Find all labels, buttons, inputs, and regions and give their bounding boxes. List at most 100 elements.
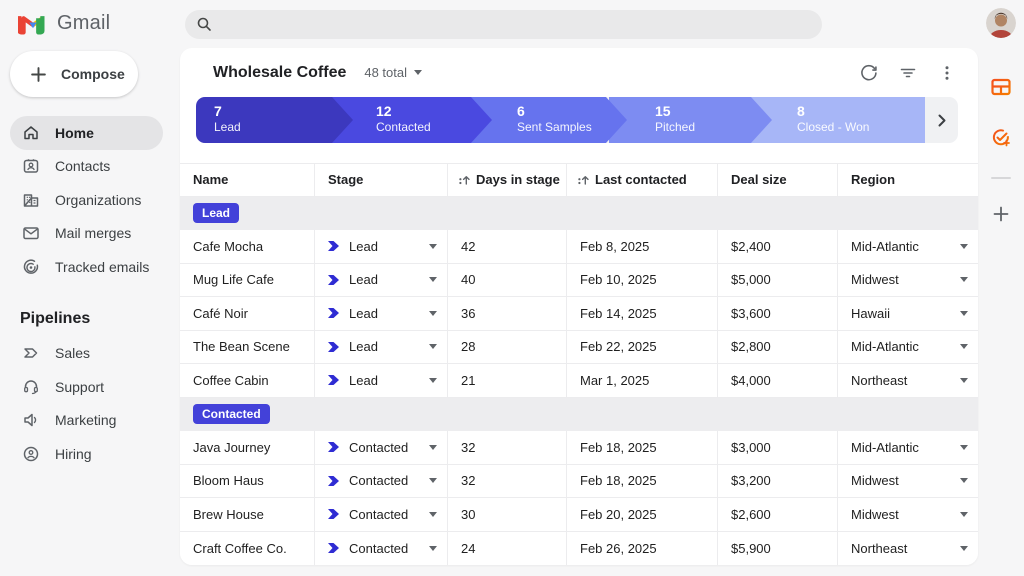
region-select[interactable]: Mid-Atlantic [838, 331, 978, 364]
region-value: Hawaii [851, 306, 890, 321]
cell-name[interactable]: The Bean Scene [180, 331, 315, 364]
table-row[interactable]: Java JourneyContacted32Feb 18, 2025$3,00… [180, 431, 978, 465]
sidebar-item-organizations[interactable]: Organizations [10, 183, 163, 217]
stage-value: Lead [349, 272, 378, 287]
table-row[interactable]: Café NoirLead36Feb 14, 2025$3,600Hawaii [180, 297, 978, 331]
region-select[interactable]: Mid-Atlantic [838, 431, 978, 464]
column-header-last-contacted[interactable]: Last contacted [567, 164, 718, 196]
sidebar-item-sales[interactable]: Sales [10, 337, 163, 371]
pipelines-header: Pipelines [20, 310, 180, 328]
stage-select[interactable]: Lead [315, 264, 448, 297]
stage-arrow-icon [328, 476, 340, 486]
region-select[interactable]: Hawaii [838, 297, 978, 330]
cell-name[interactable]: Bloom Haus [180, 465, 315, 498]
stage-segment-lead[interactable]: 7Lead [196, 97, 353, 143]
region-select[interactable]: Northeast [838, 532, 978, 566]
sidebar-item-home[interactable]: Home [10, 116, 163, 150]
group-badge-contacted[interactable]: Contacted [193, 404, 270, 424]
sidebar-item-hiring[interactable]: Hiring [10, 437, 163, 471]
column-label: Last contacted [595, 172, 687, 187]
region-select[interactable]: Midwest [838, 264, 978, 297]
sort-icon [458, 174, 470, 186]
cell-days-in-stage: 21 [448, 364, 567, 397]
cell-name[interactable]: Cafe Mocha [180, 230, 315, 263]
stage-select[interactable]: Lead [315, 230, 448, 263]
add-integration-button[interactable] [992, 205, 1010, 223]
cell-deal-size: $2,600 [718, 498, 838, 531]
stage-segment-contacted[interactable]: 12Contacted [332, 97, 492, 143]
region-select[interactable]: Northeast [838, 364, 978, 397]
cell-name[interactable]: Coffee Cabin [180, 364, 315, 397]
stage-select[interactable]: Contacted [315, 465, 448, 498]
stage-value: Contacted [349, 473, 408, 488]
stage-select[interactable]: Contacted [315, 498, 448, 531]
region-value: Mid-Atlantic [851, 339, 919, 354]
search-icon [196, 16, 212, 32]
region-select[interactable]: Midwest [838, 465, 978, 498]
more-options-button[interactable] [936, 62, 958, 84]
chevron-down-icon [429, 445, 437, 450]
region-value: Midwest [851, 272, 899, 287]
stage-select[interactable]: Contacted [315, 532, 448, 566]
column-header-days-in-stage[interactable]: Days in stage [448, 164, 567, 196]
search-bar[interactable] [185, 10, 822, 39]
total-dropdown[interactable]: 48 total [364, 65, 422, 80]
stage-label: Lead [214, 120, 353, 135]
region-value: Midwest [851, 473, 899, 488]
group-band: Contacted [180, 398, 978, 432]
cell-days-in-stage: 32 [448, 465, 567, 498]
stage-segment-sent-samples[interactable]: 6Sent Samples [471, 97, 627, 143]
sidebar-item-mail-merges[interactable]: Mail merges [10, 217, 163, 251]
table-row[interactable]: Craft Coffee Co.Contacted24Feb 26, 2025$… [180, 532, 978, 566]
stage-select[interactable]: Lead [315, 364, 448, 397]
gmail-logo[interactable]: Gmail [0, 0, 180, 35]
stage-arrow-icon [328, 543, 340, 553]
region-select[interactable]: Mid-Atlantic [838, 230, 978, 263]
stage-segment-closed-won[interactable]: 8Closed - Won [751, 97, 925, 143]
person-icon [22, 445, 40, 463]
cell-name[interactable]: Mug Life Cafe [180, 264, 315, 297]
column-label: Name [193, 172, 228, 187]
gmail-m-icon [18, 12, 48, 35]
compose-button[interactable]: Compose [10, 51, 138, 97]
avatar[interactable] [986, 8, 1016, 38]
region-select[interactable]: Midwest [838, 498, 978, 531]
column-header-deal-size[interactable]: Deal size [718, 164, 838, 196]
table-row[interactable]: Bloom HausContacted32Feb 18, 2025$3,200M… [180, 465, 978, 499]
stage-label: Contacted [376, 120, 492, 135]
sidebar-item-marketing[interactable]: Marketing [10, 404, 163, 438]
sidebar-item-tracked-emails[interactable]: Tracked emails [10, 250, 163, 284]
plus-icon [992, 205, 1010, 223]
search-input[interactable] [220, 17, 822, 32]
column-header-stage[interactable]: Stage [315, 164, 448, 196]
stage-select[interactable]: Contacted [315, 431, 448, 464]
table-row[interactable]: Mug Life CafeLead40Feb 10, 2025$5,000Mid… [180, 264, 978, 298]
cell-name[interactable]: Brew House [180, 498, 315, 531]
cell-deal-size: $3,600 [718, 297, 838, 330]
stage-scroll-next-button[interactable] [925, 97, 958, 143]
table-row[interactable]: The Bean SceneLead28Feb 22, 2025$2,800Mi… [180, 331, 978, 365]
pipeline-card: Wholesale Coffee 48 total 7Lead12Contact… [180, 48, 978, 565]
stage-select[interactable]: Lead [315, 297, 448, 330]
streak-pipelines-button[interactable] [991, 78, 1011, 96]
cell-name[interactable]: Craft Coffee Co. [180, 532, 315, 566]
stage-select[interactable]: Lead [315, 331, 448, 364]
stage-arrow-icon [328, 241, 340, 251]
column-header-region[interactable]: Region [838, 164, 978, 196]
cell-name[interactable]: Java Journey [180, 431, 315, 464]
cell-name[interactable]: Café Noir [180, 297, 315, 330]
table-row[interactable]: Coffee CabinLead21Mar 1, 2025$4,000North… [180, 364, 978, 398]
table-row[interactable]: Cafe MochaLead42Feb 8, 2025$2,400Mid-Atl… [180, 230, 978, 264]
chevron-down-icon [429, 546, 437, 551]
sidebar-item-support[interactable]: Support [10, 370, 163, 404]
filter-button[interactable] [897, 62, 919, 84]
refresh-icon [860, 64, 878, 82]
stage-segment-pitched[interactable]: 15Pitched [609, 97, 772, 143]
group-badge-lead[interactable]: Lead [193, 203, 239, 223]
sidebar-item-contacts[interactable]: Contacts [10, 150, 163, 184]
refresh-button[interactable] [858, 62, 880, 84]
column-header-name[interactable]: Name [180, 164, 315, 196]
table-row[interactable]: Brew HouseContacted30Feb 20, 2025$2,600M… [180, 498, 978, 532]
task-check-button[interactable] [991, 128, 1011, 148]
column-label: Days in stage [476, 172, 560, 187]
